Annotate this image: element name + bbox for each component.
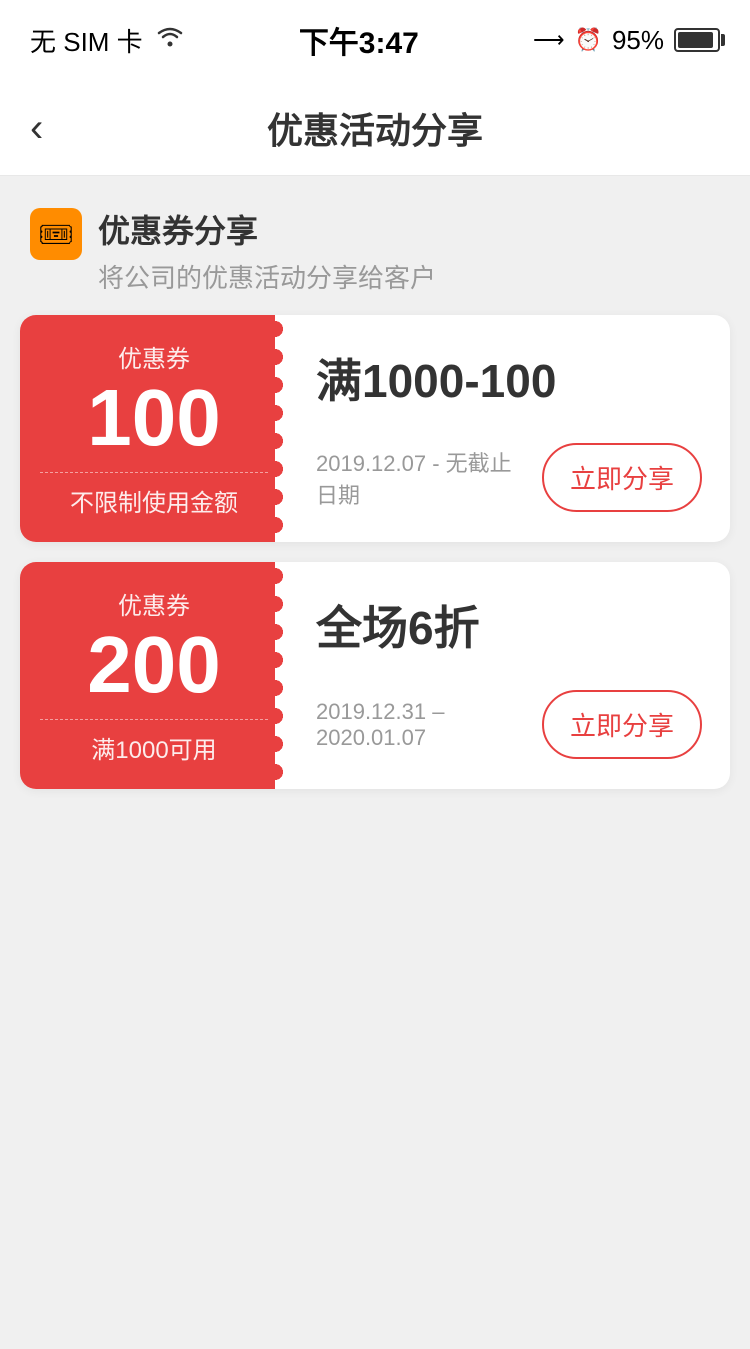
alarm-icon: ⏰	[575, 27, 602, 53]
coupon-condition-2: 满1000可用	[91, 730, 216, 765]
battery-percent: 95%	[612, 25, 664, 56]
coupon-divider-2	[40, 719, 268, 720]
location-icon: ⟶	[533, 27, 565, 53]
share-button-1[interactable]: 立即分享	[542, 443, 702, 512]
coupon-divider-1	[40, 472, 268, 473]
coupon-left-1: 优惠券 100 不限制使用金额	[20, 315, 288, 542]
section-title: 优惠券分享	[98, 206, 436, 252]
coupon-bottom-2: 2019.12.31 – 2020.01.07 立即分享	[316, 690, 702, 759]
coupon-condition-1: 不限制使用金额	[70, 483, 238, 518]
coupon-right-2: 全场6折 2019.12.31 – 2020.01.07 立即分享	[288, 562, 730, 789]
coupon-right-1: 满1000-100 2019.12.07 - 无截止日期 立即分享	[288, 315, 730, 542]
status-right: ⟶ ⏰ 95%	[533, 25, 720, 56]
coupon-type-label-2: 优惠券	[118, 586, 190, 621]
nav-bar: ‹ 优惠活动分享	[0, 80, 750, 176]
wifi-icon	[155, 25, 185, 56]
coupon-left-2: 优惠券 200 满1000可用	[20, 562, 288, 789]
coupon-card-2: 优惠券 200 满1000可用 全场6折 2019.12.31 – 2020.0…	[20, 562, 730, 789]
coupon-date-2: 2019.12.31 – 2020.01.07	[316, 699, 532, 751]
coupon-name-2: 全场6折	[316, 592, 702, 658]
section-header: 🎟 优惠券分享 将公司的优惠活动分享给客户	[0, 176, 750, 315]
coupon-amount-1: 100	[87, 374, 220, 462]
empty-area	[0, 829, 750, 1349]
coupon-bottom-1: 2019.12.07 - 无截止日期 立即分享	[316, 443, 702, 512]
back-button[interactable]: ‹	[30, 108, 43, 148]
coupon-amount-2: 200	[87, 621, 220, 709]
coupon-type-label-1: 优惠券	[118, 339, 190, 374]
coupon-card-1: 优惠券 100 不限制使用金额 满1000-100 2019.12.07 - 无…	[20, 315, 730, 542]
status-bar: 无 SIM 卡 下午3:47 ⟶ ⏰ 95%	[0, 0, 750, 80]
section-text: 优惠券分享 将公司的优惠活动分享给客户	[98, 206, 436, 295]
coupon-section-icon: 🎟	[30, 208, 82, 260]
coupon-name-1: 满1000-100	[316, 345, 702, 411]
status-left: 无 SIM 卡	[30, 22, 185, 59]
battery-icon	[674, 28, 720, 52]
coupon-list: 优惠券 100 不限制使用金额 满1000-100 2019.12.07 - 无…	[0, 315, 750, 829]
carrier-text: 无 SIM 卡	[30, 22, 143, 59]
coupon-date-1: 2019.12.07 - 无截止日期	[316, 446, 532, 510]
share-button-2[interactable]: 立即分享	[542, 690, 702, 759]
section-subtitle: 将公司的优惠活动分享给客户	[98, 258, 436, 295]
status-time: 下午3:47	[299, 18, 419, 62]
page-title: 优惠活动分享	[267, 102, 483, 154]
